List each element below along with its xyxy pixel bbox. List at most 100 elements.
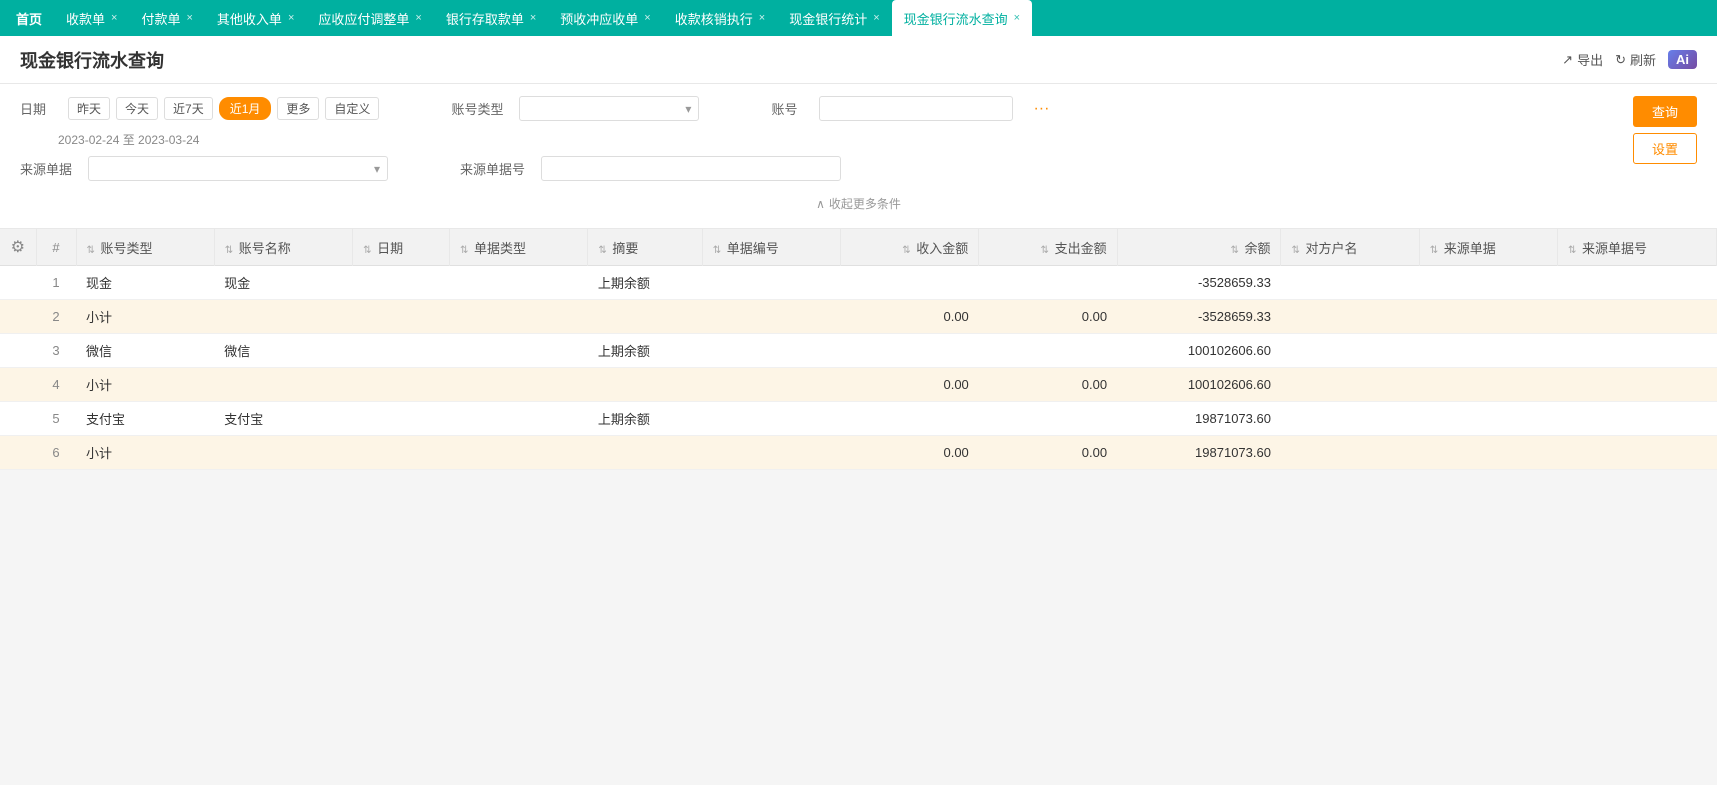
nav-item-home[interactable]: 首页 xyxy=(4,0,54,36)
col-source-doc-no[interactable]: ⇅ 来源单据号 xyxy=(1558,229,1717,266)
cell-date xyxy=(353,436,450,470)
col-account-name[interactable]: ⇅ 账号名称 xyxy=(214,229,352,266)
date-btn-custom[interactable]: 自定义 xyxy=(325,97,379,120)
account-type-select[interactable] xyxy=(519,96,699,121)
table-row[interactable]: 5支付宝支付宝上期余额19871073.60 xyxy=(0,402,1717,436)
cell-account-type: 支付宝 xyxy=(76,402,214,436)
cell-source-doc-no xyxy=(1558,436,1717,470)
date-btn-today[interactable]: 今天 xyxy=(116,97,158,120)
sort-icon-summary: ⇅ xyxy=(598,245,606,256)
col-summary[interactable]: ⇅ 摘要 xyxy=(588,229,702,266)
date-btn-1month[interactable]: 近1月 xyxy=(219,97,272,120)
close-payment-icon[interactable]: × xyxy=(186,12,192,24)
close-prepay-offset-icon[interactable]: × xyxy=(644,12,650,24)
settings-gear-icon[interactable]: ⚙ xyxy=(11,239,25,256)
cell-income: 0.00 xyxy=(841,436,979,470)
export-button[interactable]: ↗ 导出 xyxy=(1562,50,1603,69)
account-input[interactable] xyxy=(819,96,1013,121)
close-cash-stats-icon[interactable]: × xyxy=(873,12,879,24)
export-label: 导出 xyxy=(1577,50,1603,69)
close-cash-flow-icon[interactable]: × xyxy=(1014,12,1020,24)
close-bank-deposit-icon[interactable]: × xyxy=(530,12,536,24)
close-receipt-icon[interactable]: × xyxy=(111,12,117,24)
cell-balance: 100102606.60 xyxy=(1117,334,1281,368)
col-date[interactable]: ⇅ 日期 xyxy=(353,229,450,266)
sort-icon-counterparty: ⇅ xyxy=(1291,245,1299,256)
ai-button[interactable]: Ai xyxy=(1668,50,1697,69)
col-settings[interactable]: ⚙ xyxy=(0,229,36,266)
cell-row-actions xyxy=(0,300,36,334)
cell-doc-type xyxy=(450,436,588,470)
col-account-type[interactable]: ⇅ 账号类型 xyxy=(76,229,214,266)
table-row[interactable]: 3微信微信上期余额100102606.60 xyxy=(0,334,1717,368)
date-btn-yesterday[interactable]: 昨天 xyxy=(68,97,110,120)
refresh-button[interactable]: ↻ 刷新 xyxy=(1615,50,1656,69)
col-income[interactable]: ⇅ 收入金额 xyxy=(841,229,979,266)
col-balance-label: 余额 xyxy=(1244,241,1270,256)
cell-doc-no xyxy=(702,266,840,300)
table-row[interactable]: 6小计0.000.0019871073.60 xyxy=(0,436,1717,470)
cell-index: 4 xyxy=(36,368,76,402)
filter-area: 日期 昨天 今天 近7天 近1月 更多 自定义 账号类型 账号 xyxy=(0,84,1717,229)
nav-item-prepay-offset[interactable]: 预收冲应收单 × xyxy=(548,0,662,36)
cell-account-name: 现金 xyxy=(214,266,352,300)
account-more-icon[interactable]: ··· xyxy=(1033,100,1049,118)
source-doc-label: 来源单据 xyxy=(20,159,72,178)
col-income-label: 收入金额 xyxy=(916,241,968,256)
date-btn-more[interactable]: 更多 xyxy=(277,97,319,120)
nav-label-receipt-verify: 收款核销执行 xyxy=(675,9,753,28)
nav-item-bank-deposit[interactable]: 银行存取款单 × xyxy=(434,0,548,36)
settings-button[interactable]: 设置 xyxy=(1633,133,1697,164)
sort-icon-date: ⇅ xyxy=(363,245,371,256)
cell-source-doc xyxy=(1419,334,1557,368)
query-button[interactable]: 查询 xyxy=(1633,96,1697,127)
sort-icon-source-doc: ⇅ xyxy=(1430,245,1438,256)
close-other-income-icon[interactable]: × xyxy=(288,12,294,24)
date-buttons: 昨天 今天 近7天 近1月 更多 自定义 xyxy=(68,97,379,120)
cell-account-name xyxy=(214,368,352,402)
table-header-row: ⚙ # ⇅ 账号类型 ⇅ 账号名称 ⇅ 日期 ⇅ 单据类型 xyxy=(0,229,1717,266)
table-row[interactable]: 4小计0.000.00100102606.60 xyxy=(0,368,1717,402)
nav-item-cash-stats[interactable]: 现金银行统计 × xyxy=(777,0,891,36)
col-doc-type[interactable]: ⇅ 单据类型 xyxy=(450,229,588,266)
close-receipt-verify-icon[interactable]: × xyxy=(759,12,765,24)
date-btn-7days[interactable]: 近7天 xyxy=(164,97,213,120)
data-table: ⚙ # ⇅ 账号类型 ⇅ 账号名称 ⇅ 日期 ⇅ 单据类型 xyxy=(0,229,1717,470)
collapse-bar[interactable]: ∧ 收起更多条件 xyxy=(20,191,1697,216)
nav-item-receipt[interactable]: 收款单 × xyxy=(54,0,129,36)
sort-icon-account-type: ⇅ xyxy=(87,245,95,256)
cell-source-doc xyxy=(1419,402,1557,436)
nav-label-ar-ap-adjust: 应收应付调整单 xyxy=(318,9,409,28)
col-balance[interactable]: ⇅ 余额 xyxy=(1117,229,1281,266)
cell-doc-no xyxy=(702,368,840,402)
cell-date xyxy=(353,266,450,300)
col-index: # xyxy=(36,229,76,266)
table-row[interactable]: 1现金现金上期余额-3528659.33 xyxy=(0,266,1717,300)
col-counterparty[interactable]: ⇅ 对方户名 xyxy=(1281,229,1419,266)
nav-item-other-income[interactable]: 其他收入单 × xyxy=(205,0,306,36)
cell-doc-no xyxy=(702,334,840,368)
cell-source-doc-no xyxy=(1558,402,1717,436)
col-source-doc[interactable]: ⇅ 来源单据 xyxy=(1419,229,1557,266)
nav-label-other-income: 其他收入单 xyxy=(217,9,282,28)
nav-item-receipt-verify[interactable]: 收款核销执行 × xyxy=(663,0,777,36)
collapse-label: 收起更多条件 xyxy=(829,195,901,212)
cell-expense: 0.00 xyxy=(979,368,1117,402)
page-title: 现金银行流水查询 xyxy=(20,47,164,73)
col-expense[interactable]: ⇅ 支出金额 xyxy=(979,229,1117,266)
cell-expense: 0.00 xyxy=(979,436,1117,470)
cell-balance: 100102606.60 xyxy=(1117,368,1281,402)
nav-item-cash-flow[interactable]: 现金银行流水查询 × xyxy=(892,0,1032,36)
nav-item-ar-ap-adjust[interactable]: 应收应付调整单 × xyxy=(306,0,433,36)
source-doc-no-input[interactable] xyxy=(541,156,841,181)
close-ar-ap-adjust-icon[interactable]: × xyxy=(415,12,421,24)
table-row[interactable]: 2小计0.000.00-3528659.33 xyxy=(0,300,1717,334)
cell-source-doc-no xyxy=(1558,368,1717,402)
sort-icon-expense: ⇅ xyxy=(1041,245,1049,256)
sort-icon-balance: ⇅ xyxy=(1230,245,1238,256)
source-doc-select[interactable] xyxy=(88,156,388,181)
col-doc-no[interactable]: ⇅ 单据编号 xyxy=(702,229,840,266)
nav-item-payment[interactable]: 付款单 × xyxy=(129,0,204,36)
col-account-name-label: 账号名称 xyxy=(239,241,291,256)
cell-summary xyxy=(588,368,702,402)
